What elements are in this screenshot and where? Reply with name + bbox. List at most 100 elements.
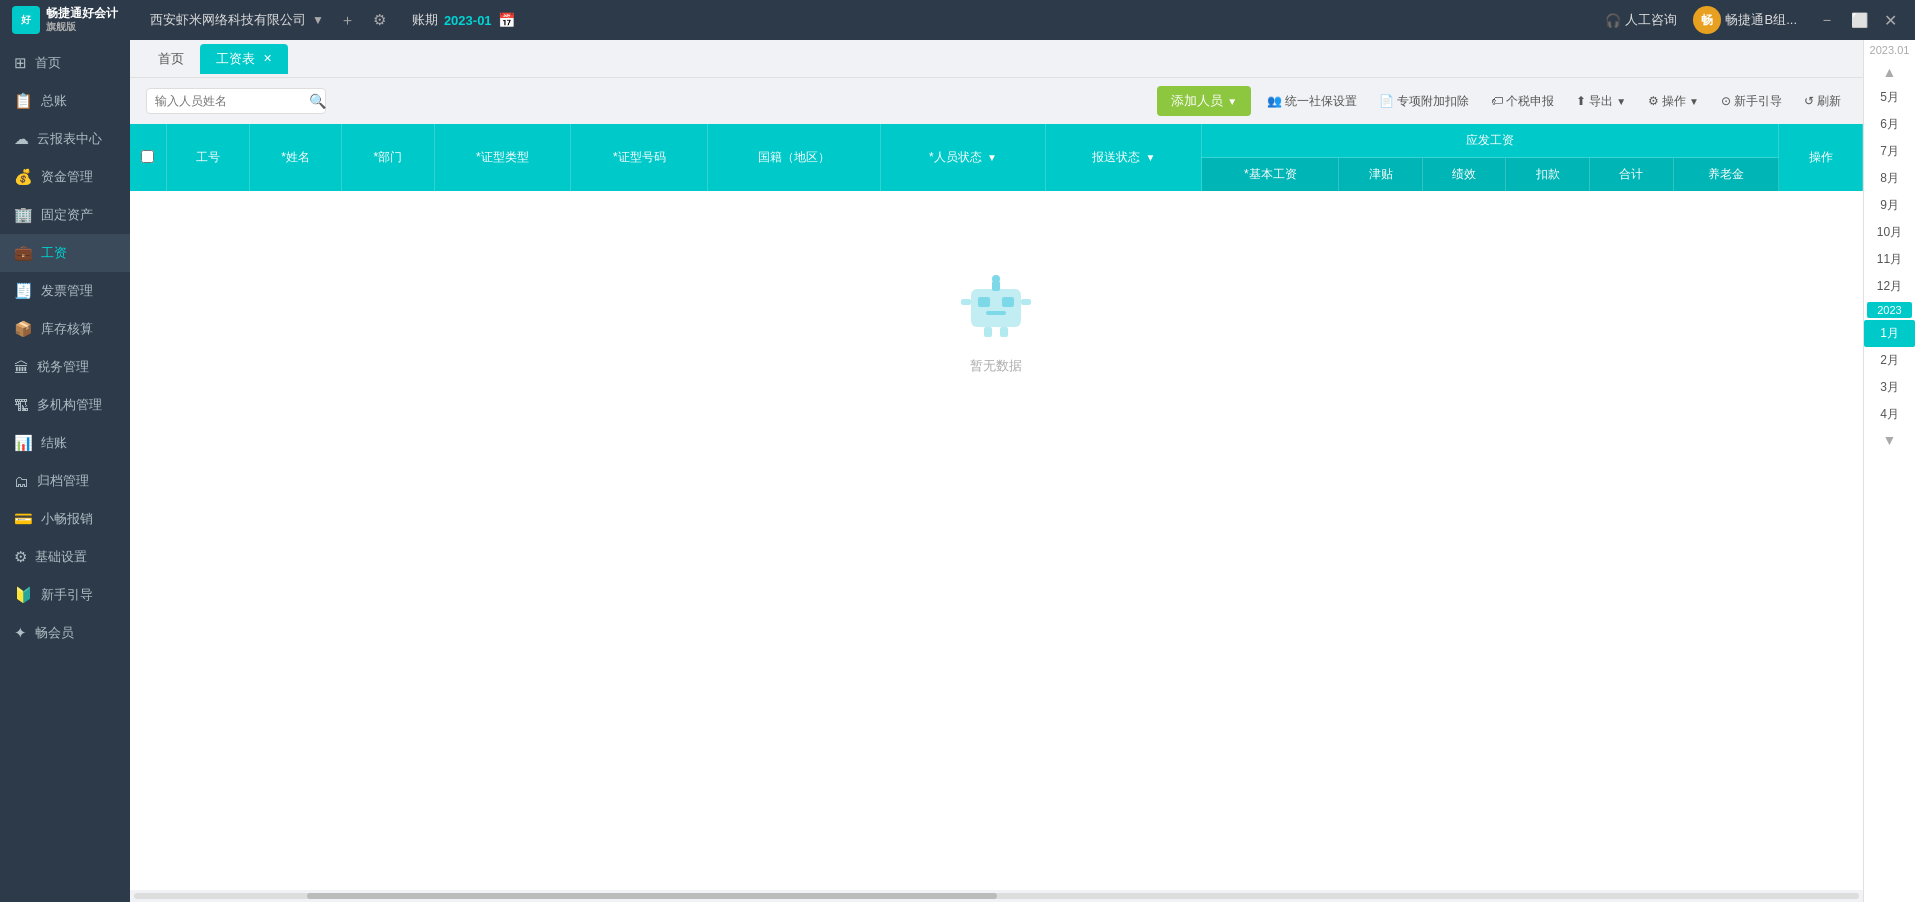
help-btn[interactable]: 🎧 人工咨询: [1605, 11, 1677, 29]
th-id-type: *证型类型: [434, 124, 571, 191]
month-item-4[interactable]: 4月: [1864, 401, 1915, 428]
calendar-icon[interactable]: 📅: [498, 12, 515, 28]
sidebar-item-label: 固定资产: [41, 206, 93, 224]
report-filter-icon[interactable]: ▼: [1145, 152, 1155, 163]
search-input[interactable]: [155, 94, 305, 108]
export-btn[interactable]: ⬆ 导出 ▼: [1570, 89, 1632, 114]
month-item-7[interactable]: 7月: [1864, 138, 1915, 165]
th-department: *部门: [342, 124, 434, 191]
scroll-track[interactable]: [134, 893, 1859, 899]
th-checkbox[interactable]: [130, 124, 166, 191]
toolbar-right: 添加人员 ▼ 👥 统一社保设置 📄 专项附加扣除 🏷 个税申报 ⬆: [1157, 86, 1847, 116]
month-item-9[interactable]: 9月: [1864, 192, 1915, 219]
add-person-btn[interactable]: 添加人员 ▼: [1157, 86, 1251, 116]
sidebar-item-home[interactable]: ⊞ 首页: [0, 44, 130, 82]
th-status: *人员状态 ▼: [880, 124, 1045, 191]
settings-icon-btn[interactable]: ⚙: [368, 8, 392, 32]
settle-icon: 📊: [14, 434, 33, 452]
sidebar-item-settings[interactable]: ⚙ 基础设置: [0, 538, 130, 576]
select-all-checkbox[interactable]: [141, 150, 154, 163]
logo-icon: 好: [12, 6, 40, 34]
svg-rect-9: [1000, 327, 1008, 337]
close-btn[interactable]: ✕: [1878, 9, 1903, 32]
empty-state: 暂无数据: [130, 191, 1863, 455]
sidebar-item-label: 资金管理: [41, 168, 93, 186]
content-area: 首页 工资表 ✕ 🔍 添加人员 ▼ 👥 统一社保设置: [130, 40, 1863, 902]
sidebar-item-funds[interactable]: 💰 资金管理: [0, 158, 130, 196]
svg-point-5: [992, 275, 1000, 283]
company-selector[interactable]: 西安虾米网络科技有限公司 ▼: [150, 11, 324, 29]
maximize-btn[interactable]: ⬜: [1845, 10, 1874, 30]
funds-icon: 💰: [14, 168, 33, 186]
salary-table: 工号 *姓名 *部门 *证型类型 *证型号码 国籍（地区） *人员状态 ▼ 报送…: [130, 124, 1863, 455]
user-info[interactable]: 畅 畅捷通B组...: [1693, 6, 1797, 34]
sidebar-item-salary[interactable]: 💼 工资: [0, 234, 130, 272]
date-up-btn[interactable]: ▲: [1864, 60, 1915, 84]
svg-rect-7: [1021, 299, 1031, 305]
operations-btn[interactable]: ⚙ 操作 ▼: [1642, 89, 1705, 114]
sidebar-item-guide[interactable]: 🔰 新手引导: [0, 576, 130, 614]
company-dropdown-icon[interactable]: ▼: [312, 13, 324, 27]
status-filter-icon[interactable]: ▼: [987, 152, 997, 163]
sidebar-item-inventory[interactable]: 📦 库存核算: [0, 310, 130, 348]
month-item-2[interactable]: 2月: [1864, 347, 1915, 374]
month-item-12[interactable]: 12月: [1864, 273, 1915, 300]
toolbar: 🔍 添加人员 ▼ 👥 统一社保设置 📄 专项附加扣除 🏷 个税申报: [130, 78, 1863, 124]
month-item-11[interactable]: 11月: [1864, 246, 1915, 273]
tab-salary-label: 工资表: [216, 50, 255, 68]
sidebar-item-settle[interactable]: 📊 结账: [0, 424, 130, 462]
sidebar-item-label: 云报表中心: [37, 130, 102, 148]
special-deduction-btn[interactable]: 📄 专项附加扣除: [1373, 89, 1475, 114]
th-allowance: 津贴: [1339, 158, 1423, 192]
tab-bar: 首页 工资表 ✕: [130, 40, 1863, 78]
sidebar-item-label: 归档管理: [37, 472, 89, 490]
search-box: 🔍: [146, 88, 326, 114]
svg-rect-3: [986, 311, 1006, 315]
th-deduction: 扣款: [1506, 158, 1590, 192]
refresh-btn[interactable]: ↺ 刷新: [1798, 89, 1847, 114]
guide-btn[interactable]: ⊙ 新手引导: [1715, 89, 1788, 114]
date-panel-header: 2023.01: [1870, 40, 1910, 60]
month-item-6[interactable]: 6月: [1864, 111, 1915, 138]
member-icon: ✦: [14, 624, 27, 642]
empty-state-cell: 暂无数据: [130, 191, 1863, 455]
social-security-label: 统一社保设置: [1285, 93, 1357, 110]
sidebar-item-member[interactable]: ✦ 畅会员: [0, 614, 130, 652]
tab-salary-table[interactable]: 工资表 ✕: [200, 44, 288, 74]
tax-icon: 🏛: [14, 359, 29, 376]
operations-icon: ⚙: [1648, 94, 1659, 108]
sidebar-item-invoice[interactable]: 🧾 发票管理: [0, 272, 130, 310]
sidebar-item-multi[interactable]: 🏗 多机构管理: [0, 386, 130, 424]
sidebar-item-archive[interactable]: 🗂 归档管理: [0, 462, 130, 500]
guide-icon: 🔰: [14, 586, 33, 604]
sidebar-item-assets[interactable]: 🏢 固定资产: [0, 196, 130, 234]
avatar: 畅: [1693, 6, 1721, 34]
multi-icon: 🏗: [14, 397, 29, 414]
add-icon-btn[interactable]: ＋: [336, 8, 360, 32]
export-icon: ⬆: [1576, 94, 1586, 108]
month-item-10[interactable]: 10月: [1864, 219, 1915, 246]
horizontal-scrollbar[interactable]: [130, 890, 1863, 902]
app-edition: 旗舰版: [46, 20, 118, 34]
company-name: 西安虾米网络科技有限公司: [150, 11, 306, 29]
sidebar-item-ledger[interactable]: 📋 总账: [0, 82, 130, 120]
sidebar-item-cloud[interactable]: ☁ 云报表中心: [0, 120, 130, 158]
personal-tax-btn[interactable]: 🏷 个税申报: [1485, 89, 1560, 114]
tab-home[interactable]: 首页: [142, 44, 200, 74]
tab-close-icon[interactable]: ✕: [263, 52, 272, 65]
date-down-btn[interactable]: ▼: [1864, 428, 1915, 452]
minimize-btn[interactable]: －: [1813, 8, 1841, 33]
sidebar-item-tax[interactable]: 🏛 税务管理: [0, 348, 130, 386]
social-security-btn[interactable]: 👥 统一社保设置: [1261, 89, 1363, 114]
month-item-1[interactable]: 1月: [1864, 320, 1915, 347]
month-item-3[interactable]: 3月: [1864, 374, 1915, 401]
scroll-thumb[interactable]: [307, 893, 997, 899]
headset-icon: 🎧: [1605, 13, 1621, 28]
th-performance: 绩效: [1422, 158, 1506, 192]
month-item-5[interactable]: 5月: [1864, 84, 1915, 111]
month-item-8[interactable]: 8月: [1864, 165, 1915, 192]
th-operations: 操作: [1779, 124, 1863, 191]
add-person-label: 添加人员: [1171, 92, 1223, 110]
th-salary-group: 应发工资: [1202, 124, 1779, 158]
sidebar-item-expense[interactable]: 💳 小畅报销: [0, 500, 130, 538]
